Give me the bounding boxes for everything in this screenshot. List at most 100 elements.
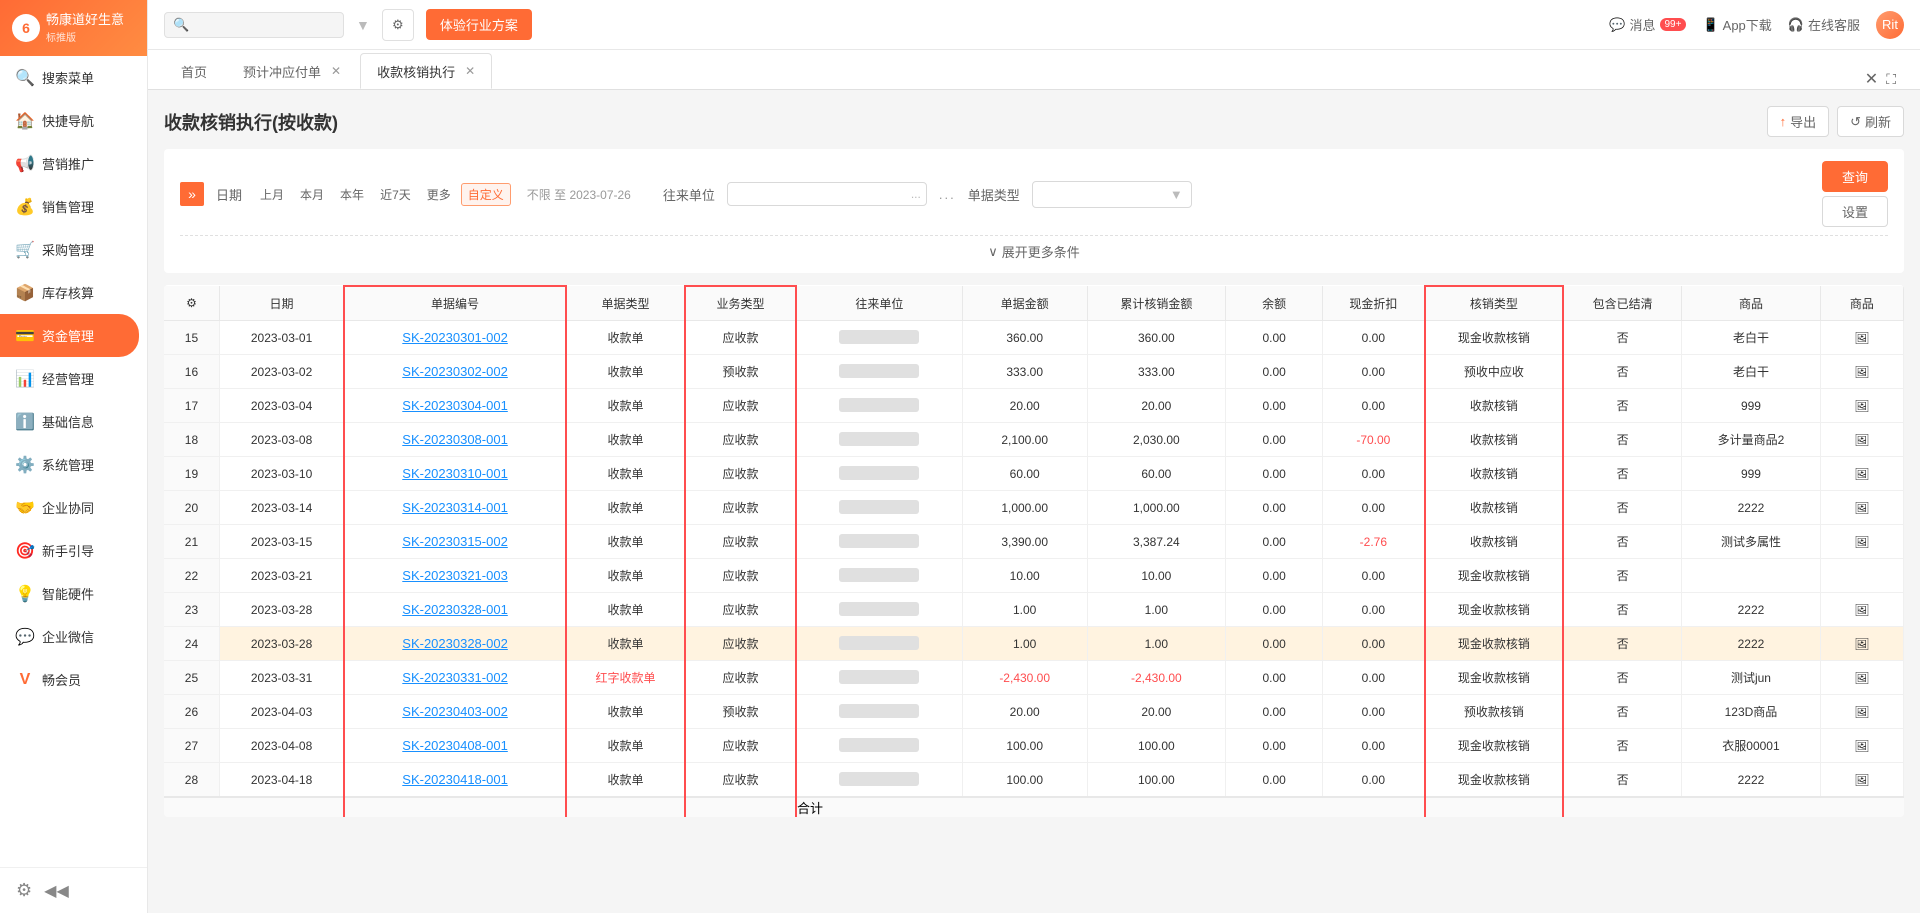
cell-goods: 老白干 [1682,355,1821,389]
tab-prepay[interactable]: 预计冲应付单 ✕ [226,53,358,89]
th-settings[interactable]: ⚙ [164,286,219,321]
sidebar-item-wechat[interactable]: 💬 企业微信 [0,615,147,658]
sidebar-item-system[interactable]: ⚙️ 系统管理 [0,443,147,486]
query-button[interactable]: 查询 [1822,161,1888,192]
cell-billno[interactable]: SK-20230321-003 [344,559,566,593]
cell-serial: 16 [164,355,219,389]
cell-goods-img: 🖼 [1820,491,1903,525]
cell-settled: 否 [1563,695,1682,729]
cell-billno[interactable]: SK-20230315-002 [344,525,566,559]
expand-more-btn[interactable]: ∨ 展开更多条件 [180,235,1888,261]
cell-billno[interactable]: SK-20230328-002 [344,627,566,661]
sidebar-item-purchase[interactable]: 🛒 采购管理 [0,228,147,271]
cell-settled: 否 [1563,525,1682,559]
message-action[interactable]: 💬 消息 99+ [1609,15,1686,34]
cell-balance: 0.00 [1226,695,1323,729]
tab-prepay-label: 预计冲应付单 [243,62,321,81]
cell-balance: 0.00 [1226,559,1323,593]
cell-partner: ██████ [796,729,962,763]
cell-goods: 123D商品 [1682,695,1821,729]
export-button[interactable]: ↑ 导出 [1767,106,1830,137]
cell-biztype: 应收款 [685,763,796,798]
cell-date: 2023-04-18 [219,763,344,798]
th-balance: 余额 [1226,286,1323,321]
cell-billno[interactable]: SK-20230331-002 [344,661,566,695]
cell-partner: ██████ [796,593,962,627]
table-row: 272023-04-08SK-20230408-001收款单应收款██████1… [164,729,1904,763]
sidebar-item-guide[interactable]: 🎯 新手引导 [0,529,147,572]
refresh-button[interactable]: ↺ 刷新 [1837,106,1904,137]
gear-button[interactable]: ⚙ [382,9,414,41]
cell-goods: 2222 [1682,491,1821,525]
date-btn-7days[interactable]: 近7天 [374,184,417,205]
sidebar-item-sales[interactable]: 💰 销售管理 [0,185,147,228]
cell-billno[interactable]: SK-20230301-002 [344,321,566,355]
sidebar-item-quicknav[interactable]: 🏠 快捷导航 [0,99,147,142]
topbar-search-input[interactable] [193,18,313,32]
cell-billno[interactable]: SK-20230403-002 [344,695,566,729]
window-maximize-icon[interactable]: ⛶ [1886,71,1896,88]
cell-billtype: 收款单 [566,627,685,661]
cell-discount: 0.00 [1323,593,1425,627]
cell-billtype: 红字收款单 [566,661,685,695]
cell-billno[interactable]: SK-20230314-001 [344,491,566,525]
cell-partner: ██████ [796,321,962,355]
cell-writetype: 收款核销 [1425,491,1564,525]
cell-goods: 2222 [1682,763,1821,798]
cell-biztype: 应收款 [685,457,796,491]
th-writetype: 核销类型 [1425,286,1564,321]
industry-solution-button[interactable]: 体验行业方案 [426,9,532,40]
online-service-action[interactable]: 🎧 在线客服 [1788,15,1860,34]
app-download-action[interactable]: 📱 App下载 [1702,15,1771,34]
collapse-icon[interactable]: ◀◀ [44,881,69,901]
tab-collection-close[interactable]: ✕ [465,64,475,78]
cell-discount: 0.00 [1323,763,1425,798]
cell-billno[interactable]: SK-20230310-001 [344,457,566,491]
filter-row-1: » 日期 上月 本月 本年 近7天 更多 自定义 不限 至 2023-07-26… [180,161,1888,227]
cell-billno[interactable]: SK-20230418-001 [344,763,566,798]
sidebar-item-search[interactable]: 🔍 搜索菜单 [0,56,147,99]
sidebar-item-inventory[interactable]: 📦 库存核算 [0,271,147,314]
cell-billno[interactable]: SK-20230328-001 [344,593,566,627]
dropdown-arrow[interactable]: ▼ [356,17,370,33]
filter-bar: » 日期 上月 本月 本年 近7天 更多 自定义 不限 至 2023-07-26… [164,149,1904,273]
partner-input[interactable] [727,182,927,206]
cell-cumwrite: 100.00 [1087,763,1226,798]
sidebar-item-hardware[interactable]: 💡 智能硬件 [0,572,147,615]
date-btn-custom[interactable]: 自定义 [461,183,511,206]
cell-date: 2023-04-08 [219,729,344,763]
sidebar-item-collab[interactable]: 🤝 企业协同 [0,486,147,529]
sidebar-item-marketing[interactable]: 📢 营销推广 [0,142,147,185]
th-billno: 单据编号 [344,286,566,321]
settings-icon[interactable]: ⚙ [16,880,32,901]
date-btn-this-month[interactable]: 本月 [294,184,330,205]
date-btn-this-year[interactable]: 本年 [334,184,370,205]
sidebar: 6 畅康道好生意 标推版 🔍 搜索菜单 🏠 快捷导航 📢 营销推广 💰 销售管理… [0,0,148,913]
cell-billno[interactable]: SK-20230408-001 [344,729,566,763]
cell-discount: 0.00 [1323,457,1425,491]
filter-expand-button[interactable]: » [180,182,204,206]
sidebar-item-finance[interactable]: 💳 资金管理 [0,314,139,357]
table-row: 242023-03-28SK-20230328-002收款单应收款██████1… [164,627,1904,661]
date-btn-more[interactable]: 更多 [421,184,457,205]
window-close-icon[interactable]: ✕ [1865,69,1878,89]
topbar-search-box[interactable]: 🔍 [164,12,344,38]
date-btn-last-month[interactable]: 上月 [254,184,290,205]
cell-billno[interactable]: SK-20230302-002 [344,355,566,389]
cell-cumwrite: -2,430.00 [1087,661,1226,695]
cell-settled: 否 [1563,389,1682,423]
filter-settings-button[interactable]: 设置 [1822,196,1888,227]
user-avatar[interactable]: Rit [1876,11,1904,39]
tab-collection[interactable]: 收款核销执行 ✕ [360,53,492,89]
bill-type-select[interactable]: ▼ [1032,181,1192,208]
cell-date: 2023-03-31 [219,661,344,695]
sidebar-item-member[interactable]: V 畅会员 [0,658,147,701]
table-row: 252023-03-31SK-20230331-002红字收款单应收款█████… [164,661,1904,695]
cell-billno[interactable]: SK-20230304-001 [344,389,566,423]
tab-prepay-close[interactable]: ✕ [331,64,341,78]
sidebar-item-operations[interactable]: 📊 经营管理 [0,357,147,400]
cell-date: 2023-03-01 [219,321,344,355]
sidebar-item-basicinfo[interactable]: ℹ️ 基础信息 [0,400,147,443]
cell-billno[interactable]: SK-20230308-001 [344,423,566,457]
tab-home[interactable]: 首页 [164,53,224,89]
